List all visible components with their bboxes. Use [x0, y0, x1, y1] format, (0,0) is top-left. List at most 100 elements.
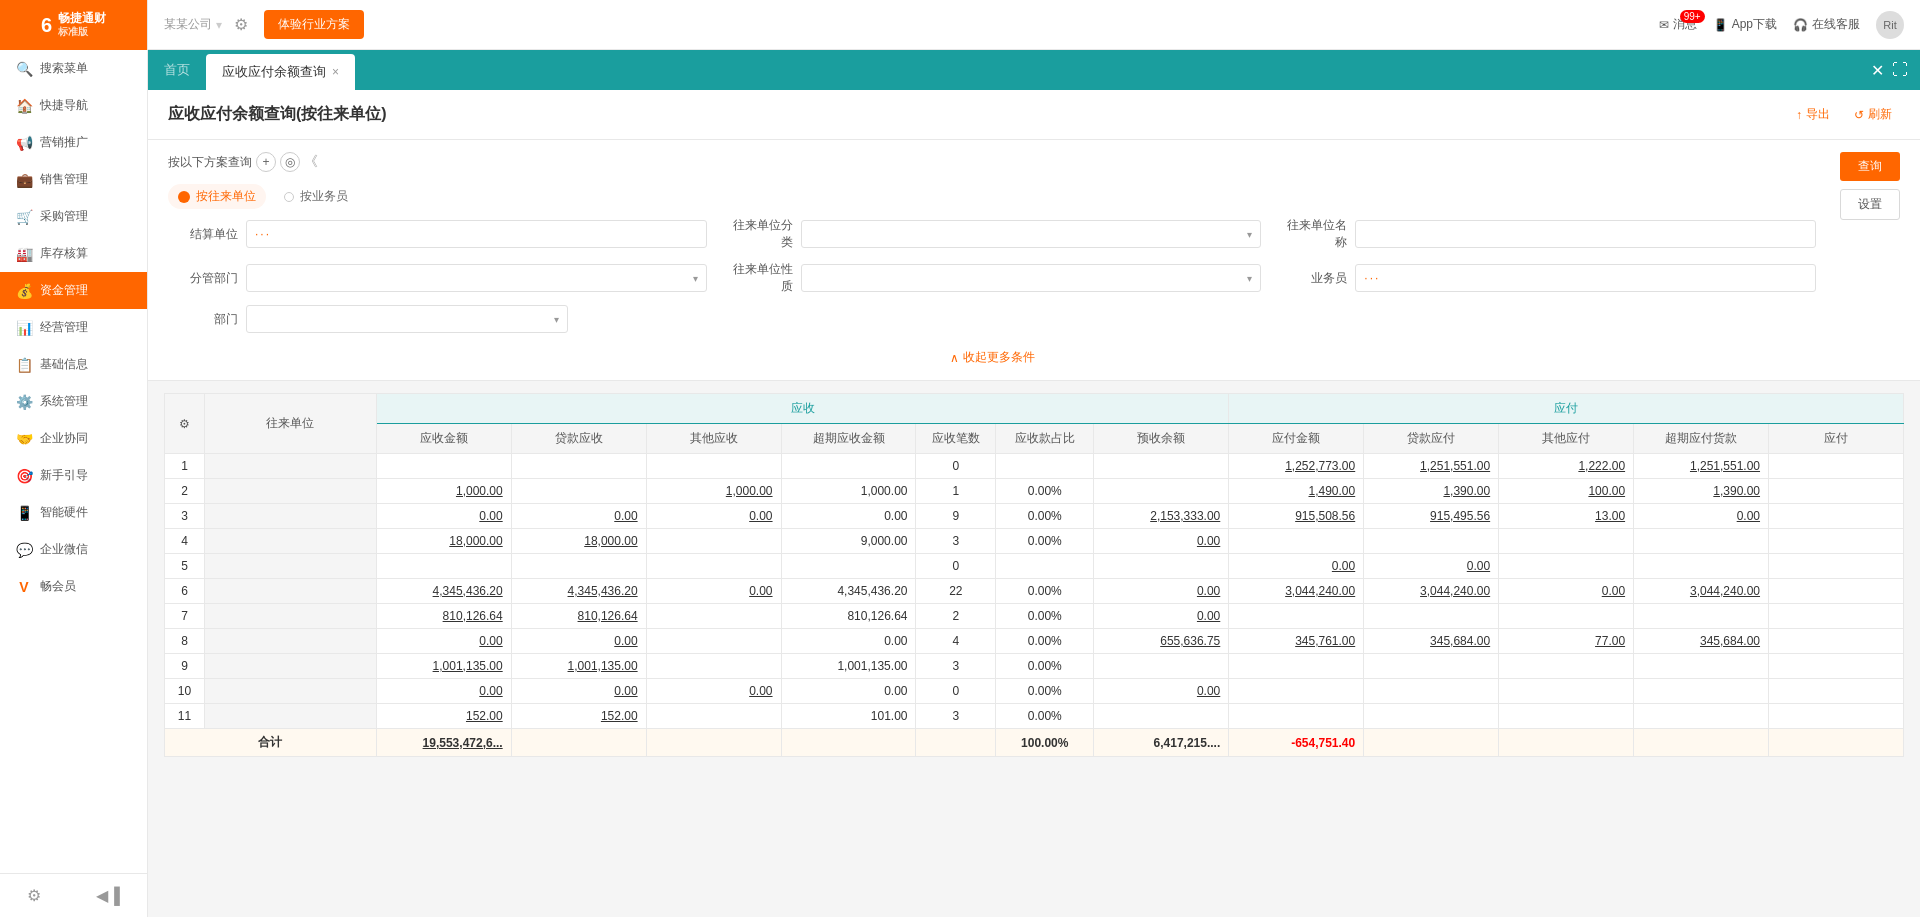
sidebar-item-management[interactable]: 📊 经营管理: [0, 309, 147, 346]
filter-arrow-button[interactable]: 《: [304, 153, 318, 171]
table-row: 100.000.000.000.0000.00%0.00: [165, 679, 1904, 704]
summary-label: 合计: [165, 729, 377, 757]
filter-by-unit[interactable]: 按往来单位: [168, 184, 266, 209]
chevron-down-icon: ▾: [1247, 273, 1252, 284]
tab-home[interactable]: 首页: [148, 50, 206, 90]
sidebar-bottom: ⚙ ◀▐: [0, 873, 147, 917]
filter-field-category: 往来单位分类 ▾: [723, 217, 1262, 251]
export-icon: ↑: [1796, 108, 1802, 122]
collapse-icon: ∧: [950, 351, 959, 365]
table-row: 101,252,773.001,251,551.001,222.001,251,…: [165, 454, 1904, 479]
recv-overdue-header: 超期应收金额: [781, 424, 916, 454]
table-row: 30.000.000.000.0090.00%2,153,333.00915,5…: [165, 504, 1904, 529]
window-close-icon[interactable]: ✕: [1871, 61, 1884, 80]
pay-other-header: 其他应付: [1499, 424, 1634, 454]
filter-by-salesperson[interactable]: 按业务员: [274, 184, 358, 209]
table-row: 500.000.00: [165, 554, 1904, 579]
set-button[interactable]: 设置: [1840, 189, 1900, 220]
sidebar-item-label: 快捷导航: [40, 97, 88, 114]
filter-add-button[interactable]: +: [256, 152, 276, 172]
filter-row-3: 部门 ▾: [168, 305, 568, 333]
sidebar-item-purchase[interactable]: 🛒 采购管理: [0, 198, 147, 235]
division-input[interactable]: ▾: [246, 264, 707, 292]
filter-row-2: 分管部门 ▾ 往来单位性质 ▾ 业务员: [168, 261, 1816, 295]
pay-overdue-header: 超期应付货款: [1634, 424, 1769, 454]
settings-icon[interactable]: ⚙: [234, 15, 248, 34]
table-row: 21,000.001,000.001,000.0010.00%1,490.001…: [165, 479, 1904, 504]
summary-pay-amount: -654,751.40: [1229, 729, 1364, 757]
unitname-input[interactable]: [1355, 220, 1816, 248]
app-icon: 📱: [1713, 18, 1728, 32]
sidebar-item-cooperation[interactable]: 🤝 企业协同: [0, 420, 147, 457]
message-button[interactable]: ✉ 消息 99+: [1659, 16, 1697, 33]
sidebar-item-finance[interactable]: 💰 资金管理: [0, 272, 147, 309]
online-service-button[interactable]: 🎧 在线客服: [1793, 16, 1860, 33]
salesperson-label: 业务员: [1277, 270, 1347, 287]
sidebar-item-label: 库存核算: [40, 245, 88, 262]
sidebar-item-quicknav[interactable]: 🏠 快捷导航: [0, 87, 147, 124]
filter-option2-dot: [284, 192, 294, 202]
collapse-bar[interactable]: ∧ 收起更多条件: [168, 343, 1816, 368]
filter-action-buttons: 查询 设置: [1832, 152, 1900, 368]
filter-field-division: 分管部门 ▾: [168, 264, 707, 292]
query-button[interactable]: 查询: [1840, 152, 1900, 181]
unit-header: 往来单位: [205, 394, 377, 454]
sidebar-item-label: 销售管理: [40, 171, 88, 188]
recv-ratio-header: 应收款占比: [996, 424, 1094, 454]
sidebar-item-label: 基础信息: [40, 356, 88, 373]
table-row: 418,000.0018,000.009,000.0030.00%0.00: [165, 529, 1904, 554]
filter-settings-button[interactable]: ◎: [280, 152, 300, 172]
app-label: App下载: [1732, 16, 1777, 33]
message-icon: ✉: [1659, 18, 1669, 32]
sidebar-settings-icon[interactable]: ⚙: [19, 882, 49, 909]
sidebar-item-sales[interactable]: 💼 销售管理: [0, 161, 147, 198]
sidebar-item-wechat[interactable]: 💬 企业微信: [0, 531, 147, 568]
sidebar-item-label: 采购管理: [40, 208, 88, 225]
filter-field-department: 部门 ▾: [168, 305, 568, 333]
department-input[interactable]: ▾: [246, 305, 568, 333]
category-input[interactable]: ▾: [801, 220, 1262, 248]
summary-recv-amount[interactable]: 19,553,472,6...: [376, 729, 511, 757]
basic-icon: 📋: [16, 357, 32, 373]
nature-input[interactable]: ▾: [801, 264, 1262, 292]
page-header: 应收应付余额查询(按往来单位) ↑ 导出 ↺ 刷新: [148, 90, 1920, 140]
gear-header[interactable]: ⚙: [165, 394, 205, 454]
filter-field-nature: 往来单位性质 ▾: [723, 261, 1262, 295]
message-badge: 99+: [1680, 10, 1705, 23]
sidebar-item-label: 搜索菜单: [40, 60, 88, 77]
recv-other-header: 其他应收: [646, 424, 781, 454]
division-label: 分管部门: [168, 270, 238, 287]
data-table: ⚙ 往来单位 应收 应付 应收金额 贷款应收 其他应收 超期应收金额 应收笔数 …: [164, 393, 1904, 757]
breadcrumb: 某某公司 ▾: [164, 16, 222, 33]
table-row: 7810,126.64810,126.64810,126.6420.00%0.0…: [165, 604, 1904, 629]
sidebar-item-label: 企业微信: [40, 541, 88, 558]
avatar-initials: Rit: [1883, 19, 1896, 31]
sidebar-item-guide[interactable]: 🎯 新手引导: [0, 457, 147, 494]
wechat-icon: 💬: [16, 542, 32, 558]
user-avatar[interactable]: Rit: [1876, 11, 1904, 39]
sidebar-item-basic[interactable]: 📋 基础信息: [0, 346, 147, 383]
settlement-input[interactable]: ···: [246, 220, 707, 248]
sidebar-item-inventory[interactable]: 🏭 库存核算: [0, 235, 147, 272]
tab-close-icon[interactable]: ×: [332, 65, 339, 79]
sidebar-item-vip[interactable]: V 畅会员: [0, 568, 147, 605]
refresh-button[interactable]: ↺ 刷新: [1846, 102, 1900, 127]
sidebar-collapse-icon[interactable]: ◀▐: [88, 882, 127, 909]
sidebar-item-system[interactable]: ⚙️ 系统管理: [0, 383, 147, 420]
solution-button[interactable]: 体验行业方案: [264, 10, 364, 39]
sidebar-item-marketing[interactable]: 📢 营销推广: [0, 124, 147, 161]
sidebar-item-label: 资金管理: [40, 282, 88, 299]
sidebar-item-label: 营销推广: [40, 134, 88, 151]
summary-recv-ratio: 100.00%: [996, 729, 1094, 757]
table-row: 11152.00152.00101.0030.00%: [165, 704, 1904, 729]
salesperson-input[interactable]: ···: [1355, 264, 1816, 292]
tab-home-label: 首页: [164, 61, 190, 79]
chevron-down-icon: ▾: [693, 273, 698, 284]
sidebar-item-hardware[interactable]: 📱 智能硬件: [0, 494, 147, 531]
sidebar-item-search[interactable]: 🔍 搜索菜单: [0, 50, 147, 87]
app-download-button[interactable]: 📱 App下载: [1713, 16, 1777, 33]
tab-receivable-query[interactable]: 应收应付余额查询 ×: [206, 54, 355, 90]
export-button[interactable]: ↑ 导出: [1788, 102, 1838, 127]
window-expand-icon[interactable]: ⛶: [1892, 61, 1908, 79]
pay-loan-header: 贷款应付: [1364, 424, 1499, 454]
